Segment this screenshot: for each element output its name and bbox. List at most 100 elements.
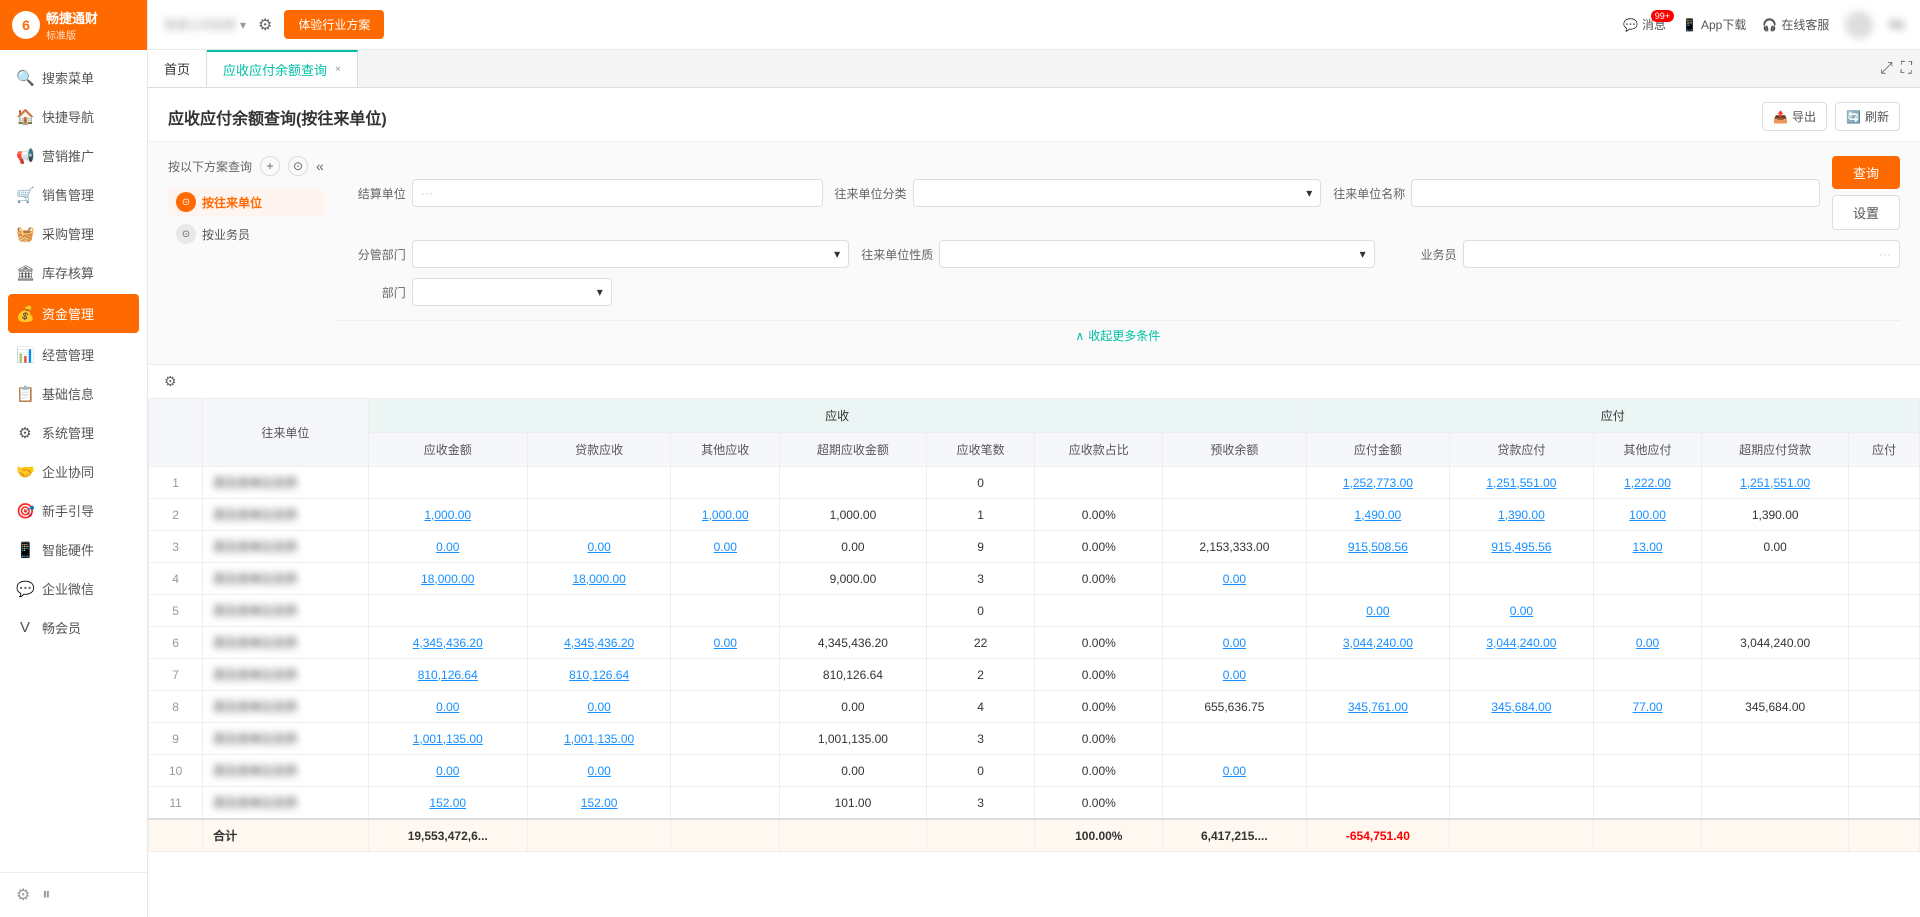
- cell-yingfu-je: 1,490.00: [1306, 499, 1450, 531]
- sidebar-item-inventory[interactable]: 🏛 库存核算: [0, 253, 147, 292]
- cell-ys-zhanbi: 0.00%: [1035, 627, 1163, 659]
- sidebar-item-search[interactable]: 🔍 搜索菜单: [0, 58, 147, 97]
- sidebar-item-marketing[interactable]: 📢 营销推广: [0, 136, 147, 175]
- sidebar-footer: ⚙ ⏸: [0, 872, 147, 917]
- sidebar-item-label: 系统管理: [42, 423, 94, 442]
- sidebar-item-purchase[interactable]: 🧺 采购管理: [0, 214, 147, 253]
- th-qita-ys: 其他应收: [671, 433, 780, 467]
- th-ys-zhanbi: 应收款占比: [1035, 433, 1163, 467]
- cell-yingfu-je: 0.00: [1306, 595, 1450, 627]
- export-button[interactable]: 📤 导出: [1762, 102, 1827, 131]
- cell-qita-ys: [671, 723, 780, 755]
- cell-yingshou-je: [368, 467, 527, 499]
- total-ys-bishu: [926, 819, 1035, 852]
- footer-settings-icon[interactable]: ⚙: [16, 885, 30, 905]
- query-button[interactable]: 查询: [1832, 156, 1900, 189]
- table-area: ⚙ 往来单位 应收 应付 应收金额 贷款应收 其他应收: [148, 365, 1920, 862]
- cell-ys-bishu: 0: [926, 755, 1035, 787]
- collapse-more-button[interactable]: ∧ 收起更多条件: [336, 320, 1900, 350]
- filter-field-bumon: 部门 ▾: [336, 278, 1900, 306]
- page-header: 应收应付余额查询(按往来单位) 📤 导出 🔄 刷新: [148, 88, 1920, 142]
- wanglai-xingzhi-input[interactable]: ▾: [939, 240, 1374, 268]
- sidebar-item-sales[interactable]: 🛒 销售管理: [0, 175, 147, 214]
- jiesuan-input[interactable]: ···: [412, 179, 823, 207]
- filter-target-button[interactable]: ⊙: [288, 156, 308, 176]
- table-settings-icon[interactable]: ⚙: [164, 373, 177, 390]
- filter-collapse-icon[interactable]: «: [316, 158, 324, 174]
- yewuyuan-input[interactable]: ···: [1463, 240, 1900, 268]
- cell-yingfu-je: [1306, 563, 1450, 595]
- online-service-button[interactable]: 🎧 在线客服: [1762, 16, 1829, 33]
- app-download-icon: 📱: [1682, 18, 1697, 32]
- sidebar-item-label: 畅会员: [42, 618, 81, 637]
- cell-yingshou-je: 1,000.00: [368, 499, 527, 531]
- link-chaoqi-yf[interactable]: 1,251,551.00: [1740, 476, 1810, 490]
- sidebar-item-member[interactable]: V 畅会员: [0, 608, 147, 647]
- bumon-input[interactable]: ▾: [412, 278, 612, 306]
- cell-qita-yf: 0.00: [1593, 627, 1702, 659]
- sidebar-item-guide[interactable]: 🎯 新手引导: [0, 491, 147, 530]
- link-yingfu-je[interactable]: 1,252,773.00: [1343, 476, 1413, 490]
- sidebar-item-cooperation[interactable]: 🤝 企业协同: [0, 452, 147, 491]
- link-qita-yf[interactable]: 1,222.00: [1624, 476, 1671, 490]
- fenguanbumon-input[interactable]: ▾: [412, 240, 849, 268]
- cell-yf-extra: [1848, 723, 1919, 755]
- trial-button[interactable]: 体验行业方案: [284, 10, 384, 39]
- cell-daikuan-yf: 1,390.00: [1450, 499, 1594, 531]
- jiesuan-label: 结算单位: [336, 185, 406, 202]
- cell-chaoqi-ys: 4,345,436.20: [780, 627, 927, 659]
- cell-chaoqi-yf: 345,684.00: [1702, 691, 1849, 723]
- table-total-row: 合计 19,553,472,6... 100.00% 6,417,215....…: [149, 819, 1920, 852]
- total-yf-extra: [1848, 819, 1919, 852]
- page-title: 应收应付余额查询(按往来单位): [168, 105, 387, 129]
- cell-daikuan-ys: 0.00: [527, 691, 671, 723]
- sidebar-item-hardware[interactable]: 📱 智能硬件: [0, 530, 147, 569]
- settings-button[interactable]: 设置: [1832, 195, 1900, 230]
- sidebar-item-management[interactable]: 📊 经营管理: [0, 335, 147, 374]
- link-daikuan-yf[interactable]: 1,251,551.00: [1486, 476, 1556, 490]
- cell-daikuan-yf: 0.00: [1450, 595, 1594, 627]
- chevron-down-icon-4: ▾: [597, 285, 603, 299]
- tab-home[interactable]: 首页: [148, 50, 207, 87]
- cell-yushou-ye: 2,153,333.00: [1163, 531, 1307, 563]
- cell-yingfu-je: [1306, 723, 1450, 755]
- sidebar-item-system[interactable]: ⚙ 系统管理: [0, 413, 147, 452]
- cell-chaoqi-yf: 0.00: [1702, 531, 1849, 563]
- jiesuan-dots: ···: [421, 186, 433, 200]
- cell-yingshou-je: 18,000.00: [368, 563, 527, 595]
- cell-yf-extra: [1848, 659, 1919, 691]
- notification-button[interactable]: 💬 消息 99+: [1623, 16, 1666, 33]
- wanglai-fenlei-input[interactable]: ▾: [913, 179, 1322, 207]
- footer-collapse-icon[interactable]: ⏸: [42, 886, 50, 904]
- bumon-label: 部门: [336, 284, 406, 301]
- sidebar-item-basic-info[interactable]: 📋 基础信息: [0, 374, 147, 413]
- sidebar-item-wechat[interactable]: 💬 企业微信: [0, 569, 147, 608]
- company-name: 某某公司名称: [164, 16, 236, 33]
- filter-option-by-salesman[interactable]: ⊙ 按业务员: [168, 220, 324, 248]
- refresh-button[interactable]: 🔄 刷新: [1835, 102, 1900, 131]
- th-yingshou-group: 应收: [368, 399, 1306, 433]
- cell-num: 8: [149, 691, 203, 723]
- cell-yf-extra: [1848, 467, 1919, 499]
- tab-fullscreen-icon[interactable]: ⛶: [1901, 60, 1912, 78]
- filter-option-by-unit[interactable]: ⊙ 按往来单位: [168, 188, 324, 216]
- tab-close-icon[interactable]: ×: [335, 64, 341, 75]
- chevron-down-icon-1: ▾: [1306, 186, 1312, 200]
- tab-maximize-icon[interactable]: ⤢: [1880, 60, 1893, 78]
- cell-daikuan-ys: [527, 467, 671, 499]
- cell-qita-yf: 77.00: [1593, 691, 1702, 723]
- cell-ys-zhanbi: 0.00%: [1035, 563, 1163, 595]
- refresh-icon: 🔄: [1846, 110, 1861, 124]
- tab-active-label: 应收应付余额查询: [223, 60, 327, 79]
- cell-yingshou-je: 810,126.64: [368, 659, 527, 691]
- app-download-button[interactable]: 📱 App下载: [1682, 16, 1746, 33]
- filter-add-button[interactable]: +: [260, 156, 280, 176]
- wanglai-name-input[interactable]: [1411, 179, 1820, 207]
- tab-active[interactable]: 应收应付余额查询 ×: [207, 50, 358, 87]
- cell-qita-yf: [1593, 755, 1702, 787]
- breadcrumb: 某某公司名称 ▾: [164, 16, 246, 33]
- sidebar-item-nav[interactable]: 🏠 快捷导航: [0, 97, 147, 136]
- header-settings-icon[interactable]: ⚙: [258, 15, 272, 35]
- sidebar-item-finance[interactable]: 💰 资金管理: [8, 294, 139, 333]
- cell-chaoqi-yf: 3,044,240.00: [1702, 627, 1849, 659]
